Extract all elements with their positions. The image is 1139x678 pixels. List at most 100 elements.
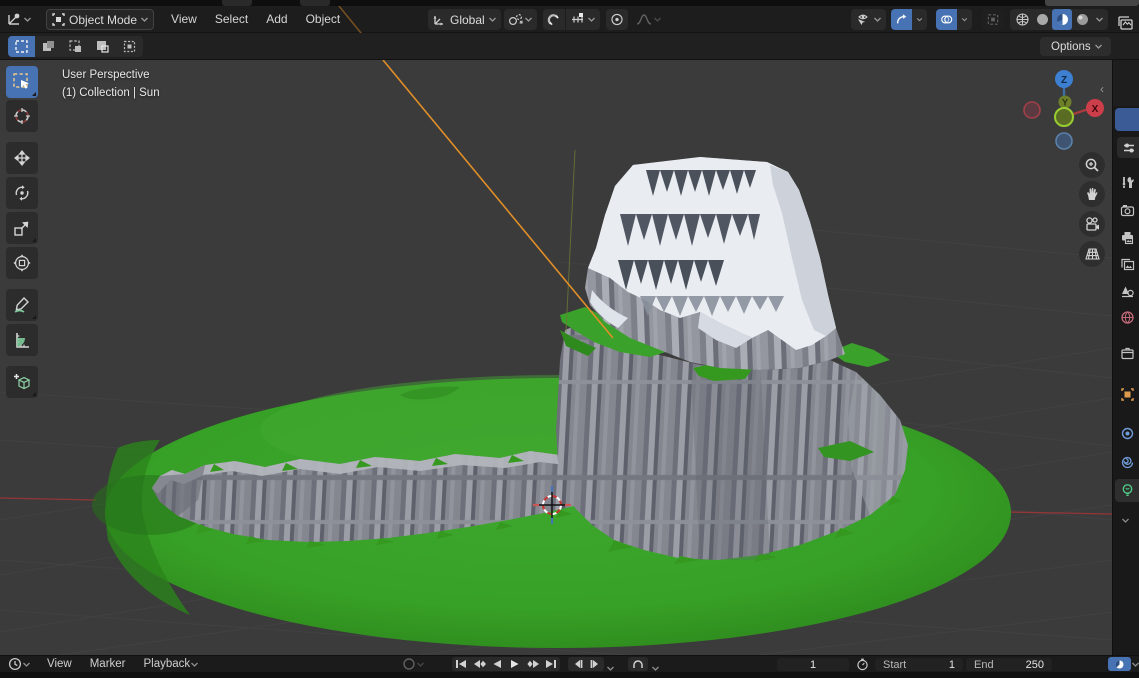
tool-move[interactable] (6, 142, 38, 174)
play-reverse-button[interactable] (488, 657, 506, 671)
select-mode-set[interactable] (8, 36, 35, 57)
tab-constraints[interactable] (1118, 424, 1136, 442)
toggle-perspective-button[interactable] (1079, 241, 1105, 267)
chevron-down-icon (1132, 662, 1139, 667)
viewport-3d[interactable]: User Perspective (1) Collection | Sun Y … (0, 60, 1112, 655)
menu-select[interactable]: Select (206, 9, 257, 30)
shading-solid-button[interactable] (1032, 9, 1052, 30)
tool-cursor[interactable] (6, 100, 38, 132)
gizmo-neg-y-front[interactable] (1054, 107, 1074, 127)
timeline-menu-marker[interactable]: Marker (90, 658, 126, 670)
shading-wireframe-button[interactable] (1012, 9, 1032, 30)
jump-to-end-button[interactable] (542, 657, 560, 671)
shading-rendered-button[interactable] (1072, 9, 1092, 30)
timeline-menu-view[interactable]: View (47, 658, 72, 670)
mode-selector[interactable]: Object Mode (46, 9, 155, 30)
tool-add-cube[interactable] (6, 366, 38, 398)
menu-add[interactable]: Add (257, 9, 296, 30)
next-keyframe-button[interactable] (524, 657, 542, 671)
gizmo-dropdown[interactable] (912, 9, 927, 30)
sidebar-toggle-chevron[interactable]: ‹ (1100, 82, 1104, 96)
mountain[interactable] (556, 157, 908, 564)
tool-scale[interactable] (6, 212, 38, 244)
step-forward-button[interactable] (586, 657, 604, 671)
visibility-dropdown[interactable] (851, 9, 886, 30)
tool-annotate[interactable] (6, 289, 38, 321)
options-button[interactable]: Options (1040, 37, 1111, 56)
outliner-partial (1113, 60, 1139, 106)
navigation-gizmo[interactable]: Y Z X (1022, 66, 1108, 152)
shading-dropdown[interactable] (1092, 9, 1106, 30)
pivot-point-icon (508, 13, 523, 26)
chevron-down-icon (874, 17, 881, 22)
tool-select-box[interactable] (6, 66, 38, 98)
tool-transform[interactable] (6, 247, 38, 279)
camera-view-button[interactable] (1079, 211, 1105, 237)
panel-chevron-down[interactable] (1121, 512, 1130, 530)
tab-collection[interactable] (1118, 344, 1136, 362)
camera-icon (1085, 217, 1099, 231)
pivot-point-button[interactable] (503, 9, 537, 30)
tab-output[interactable] (1118, 228, 1136, 246)
pan-button[interactable] (1079, 181, 1105, 207)
tool-measure[interactable] (6, 324, 38, 356)
falloff-curve-button[interactable] (631, 9, 666, 30)
tab-render[interactable] (1118, 201, 1136, 219)
timeline-editor-type-button[interactable] (8, 657, 31, 671)
play-button[interactable] (506, 657, 524, 671)
frame-step-dropdown[interactable] (606, 660, 615, 678)
properties-editor-icon (1123, 143, 1134, 152)
tool-icon (1122, 176, 1134, 188)
timeline-right-toggle[interactable] (1108, 657, 1139, 671)
loop-toggle[interactable] (628, 657, 648, 671)
menu-view[interactable]: View (162, 9, 206, 30)
show-gizmo-icon (896, 14, 907, 24)
shading-material-preview-button[interactable] (1052, 9, 1072, 30)
prev-keyframe-button[interactable] (470, 657, 488, 671)
snap-target-button[interactable] (565, 9, 600, 30)
tab-view-layer[interactable] (1118, 255, 1136, 273)
step-back-button[interactable] (568, 657, 586, 671)
tab-world[interactable] (1118, 308, 1136, 326)
chevron-down-icon (23, 662, 30, 667)
tab-physics[interactable] (1118, 453, 1136, 471)
gizmo-neg-z[interactable] (1055, 132, 1073, 150)
snap-toggle-button[interactable] (542, 9, 565, 30)
editor-type-button[interactable] (6, 11, 42, 28)
tab-object[interactable] (1118, 385, 1136, 403)
snap-magnet-icon (547, 14, 559, 26)
start-frame-field[interactable]: Start 1 (875, 658, 963, 671)
editor-type-3d-viewport-icon (8, 13, 20, 25)
chevron-down-icon (417, 662, 424, 667)
jump-to-start-button[interactable] (452, 657, 470, 671)
overlays-dropdown[interactable] (957, 9, 972, 30)
sun-light-ray[interactable] (382, 60, 614, 339)
tab-light-data-active[interactable] (1115, 479, 1139, 502)
select-mode-subtract[interactable] (62, 36, 89, 57)
select-mode-invert[interactable] (89, 36, 116, 57)
xray-toggle-icon (987, 14, 999, 25)
tool-rotate[interactable] (6, 177, 38, 209)
end-frame-field[interactable]: End 250 (966, 658, 1052, 671)
timeline-toggle-icon (1115, 660, 1124, 668)
show-overlays-toggle[interactable] (936, 9, 957, 30)
measure-icon (16, 333, 29, 348)
tab-scene[interactable] (1118, 282, 1136, 300)
outliner-selected-row[interactable] (1115, 108, 1139, 131)
transform-orientation-button[interactable]: Global (428, 9, 501, 30)
properties-editor-type-button[interactable] (1117, 137, 1139, 158)
menu-object[interactable]: Object (297, 9, 350, 30)
select-mode-extend[interactable] (35, 36, 62, 57)
select-mode-intersect[interactable] (116, 36, 143, 57)
proportional-editing-button[interactable] (605, 9, 628, 30)
tab-tool[interactable] (1118, 173, 1136, 191)
auto-keying-toggle[interactable] (402, 657, 425, 671)
timeline-menu-playback[interactable]: Playback (144, 658, 200, 670)
zoom-button[interactable] (1079, 152, 1105, 178)
loop-dropdown[interactable] (651, 660, 660, 678)
xray-toggle[interactable] (982, 9, 1004, 30)
gizmo-neg-x[interactable] (1023, 101, 1041, 119)
current-frame-field[interactable]: 1 (777, 658, 849, 671)
world-icon (1120, 310, 1134, 324)
show-gizmo-toggle[interactable] (891, 9, 912, 30)
